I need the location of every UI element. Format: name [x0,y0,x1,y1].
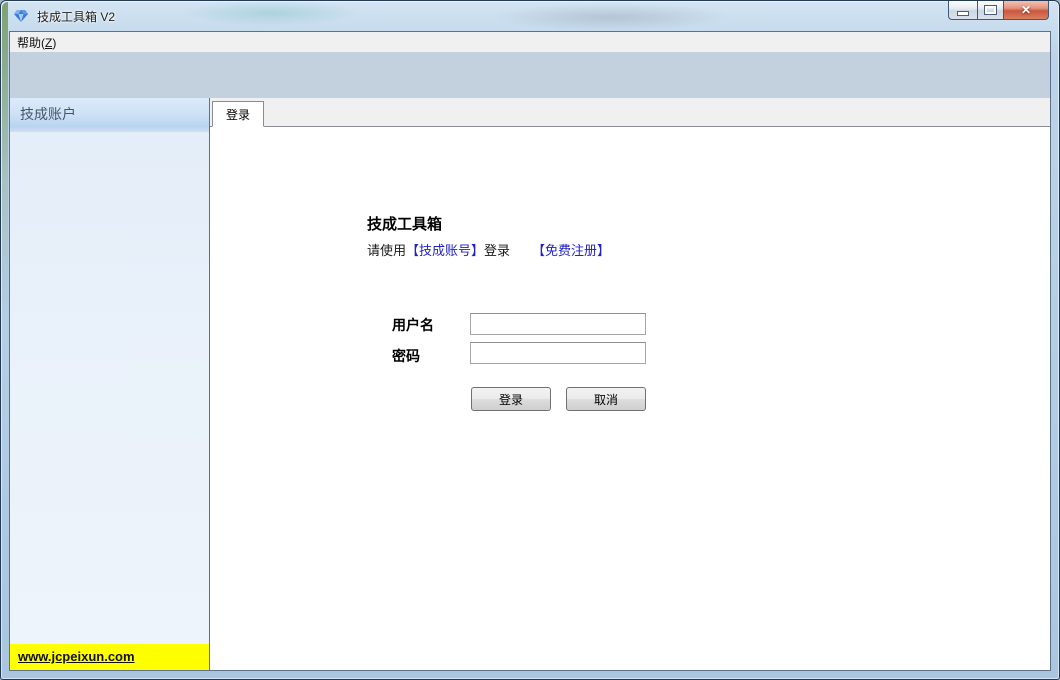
tab-login[interactable]: 登录 [212,101,265,127]
aero-glass-tint [2,2,8,322]
prompt-prefix: 请使用 [367,243,407,258]
login-panel: 技成工具箱 请使用【技成账号】登录 【免费注册】 用户名 密码 登录 取消 [210,127,1050,670]
window-body: 帮助(Z) 技成账户 www.jcpeixun.com 登录 技成工具箱 请使用… [9,31,1051,671]
maximize-icon [985,6,996,14]
form-prompt: 请使用【技成账号】登录 【免费注册】 [367,240,610,259]
titlebar-sheen [1,1,1059,31]
maximize-button[interactable] [977,1,1004,20]
minimize-icon [958,11,968,15]
app-window: 技成工具箱 V2 ✕ 帮助(Z) 技成账户 www.jcpeixun.com 登… [0,0,1060,680]
form-heading: 技成工具箱 [367,216,443,233]
prompt-suffix: 登录 [484,243,511,258]
menubar: 帮助(Z) [10,32,1050,52]
website-link[interactable]: www.jcpeixun.com [10,644,209,670]
window-controls: ✕ [948,1,1049,20]
menu-help[interactable]: 帮助(Z) [10,32,63,53]
password-input[interactable] [470,342,646,364]
content-area: 技成账户 www.jcpeixun.com 登录 技成工具箱 请使用【技成账号】… [10,98,1050,670]
close-icon: ✕ [1020,3,1032,17]
sidebar: 技成账户 www.jcpeixun.com [10,98,209,670]
toolbar [10,52,1050,98]
login-button[interactable]: 登录 [471,387,551,411]
register-link[interactable]: 【免费注册】 [532,243,610,258]
minimize-button[interactable] [948,1,977,20]
username-label: 用户名 [392,317,434,333]
tab-strip: 登录 [210,98,1050,127]
username-input[interactable] [470,313,646,335]
window-title: 技成工具箱 V2 [37,9,116,24]
close-button[interactable]: ✕ [1004,1,1049,20]
main-panel: 登录 技成工具箱 请使用【技成账号】登录 【免费注册】 用户名 密码 登录 取消 [209,98,1050,670]
sidebar-header-account[interactable]: 技成账户 [10,98,209,132]
titlebar[interactable]: 技成工具箱 V2 ✕ [1,1,1059,31]
app-diamond-icon [13,8,29,24]
menu-help-prefix: 帮助( [17,35,45,50]
account-link[interactable]: 【技成账号】 [406,243,484,258]
cancel-button[interactable]: 取消 [566,387,646,411]
password-label: 密码 [392,348,420,364]
menu-help-suffix: ) [52,35,57,50]
